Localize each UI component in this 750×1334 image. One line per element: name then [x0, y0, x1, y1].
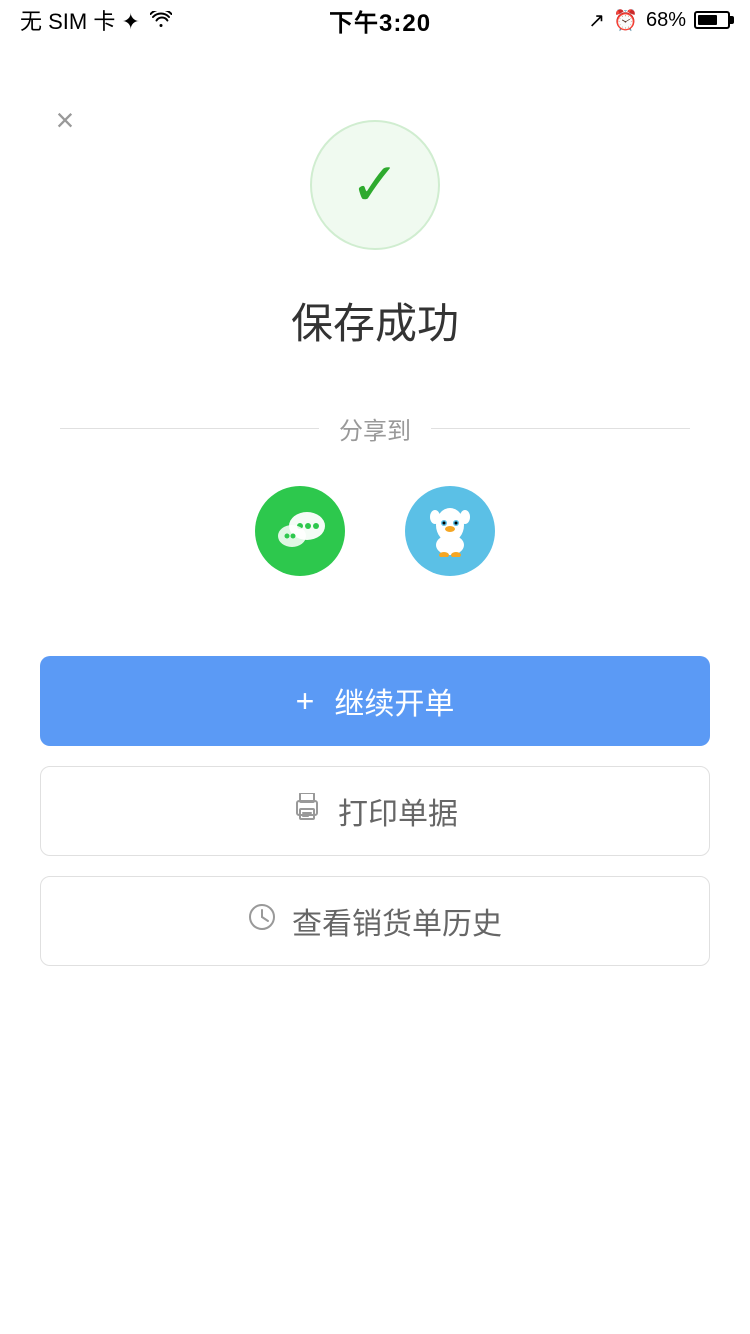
- print-button[interactable]: 打印单据: [40, 766, 710, 856]
- wechat-share-button[interactable]: [255, 486, 345, 576]
- wifi-icon: [150, 7, 172, 33]
- share-section: 分享到: [0, 411, 750, 446]
- qq-share-button[interactable]: [405, 486, 495, 576]
- plus-icon: +: [296, 683, 315, 720]
- history-button[interactable]: 查看销货单历史: [40, 876, 710, 966]
- divider-left: [60, 428, 319, 429]
- main-content: × ✓ 保存成功 分享到: [0, 40, 750, 1334]
- status-right: ↗ ⏰ 68%: [588, 8, 730, 33]
- print-label: 打印单据: [338, 789, 458, 833]
- status-time: 下午3:20: [329, 3, 431, 38]
- history-label: 查看销货单历史: [292, 899, 502, 943]
- share-icons: [255, 486, 495, 576]
- printer-icon: [292, 793, 322, 829]
- share-label: 分享到: [319, 411, 431, 446]
- battery-icon: [694, 11, 730, 29]
- alarm-icon: ⏰: [613, 8, 638, 33]
- qq-icon: [427, 505, 473, 557]
- close-icon: ×: [56, 102, 75, 139]
- success-title: 保存成功: [291, 290, 459, 351]
- success-indicator: ✓: [310, 120, 440, 250]
- status-bar: 无 SIM 卡 ✦ 下午3:20 ↗ ⏰ 68%: [0, 0, 750, 40]
- location-icon: ↗: [588, 8, 605, 33]
- action-buttons: + 继续开单 打印单据: [0, 656, 750, 966]
- divider-right: [431, 428, 690, 429]
- clock-icon: [248, 903, 276, 939]
- sim-status: 无 SIM 卡 ✦: [20, 4, 140, 36]
- checkmark-icon: ✓: [350, 155, 400, 215]
- battery-percent: 68%: [646, 9, 686, 32]
- close-button[interactable]: ×: [40, 95, 90, 145]
- continue-button[interactable]: + 继续开单: [40, 656, 710, 746]
- wechat-icon: [272, 508, 328, 554]
- continue-label: 继续开单: [334, 679, 454, 723]
- status-left: 无 SIM 卡 ✦: [20, 4, 172, 36]
